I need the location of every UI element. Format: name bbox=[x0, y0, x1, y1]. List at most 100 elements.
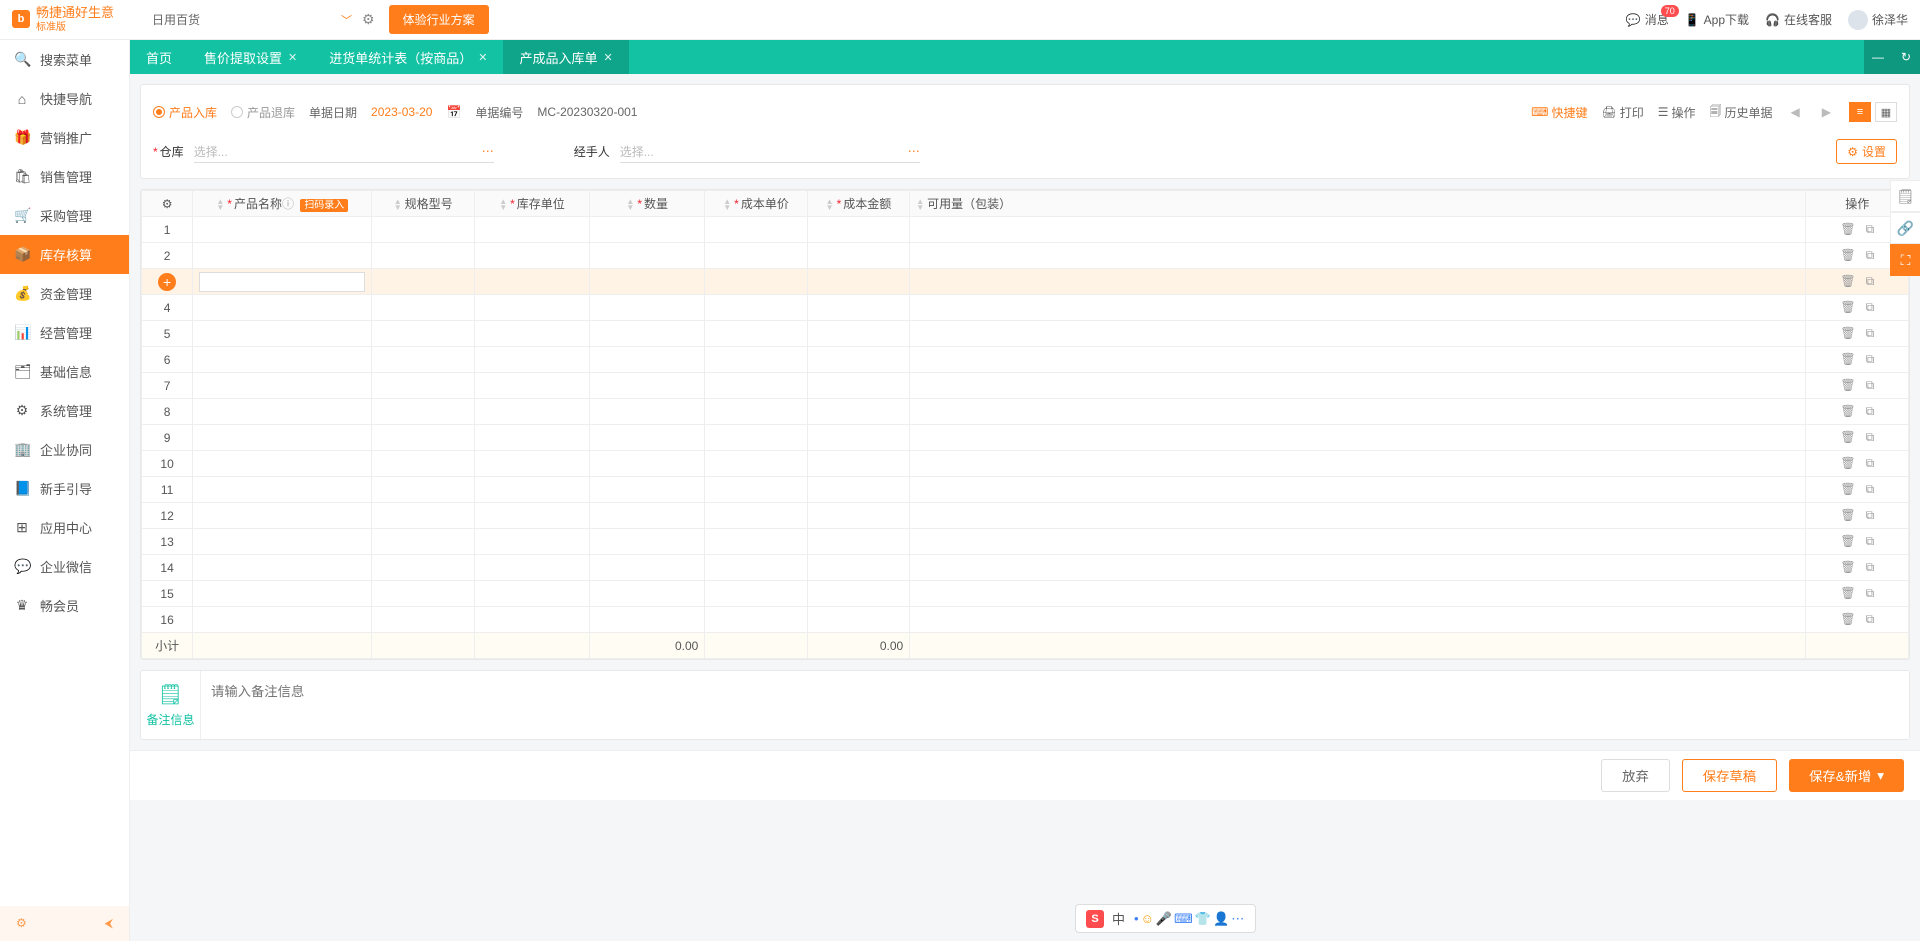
sidebar-item-5[interactable]: 📦库存核算 bbox=[0, 235, 129, 274]
delete-row-icon[interactable]: 🗑 bbox=[1840, 534, 1855, 549]
col-amount[interactable]: ▲▼*成本金额 bbox=[807, 191, 909, 217]
next-doc-icon[interactable]: ▶ bbox=[1818, 105, 1835, 119]
delete-row-icon[interactable]: 🗑 bbox=[1840, 456, 1855, 471]
sidebar-item-13[interactable]: 💬企业微信 bbox=[0, 547, 129, 586]
copy-row-icon[interactable]: ⧉ bbox=[1866, 560, 1875, 575]
copy-row-icon[interactable]: ⧉ bbox=[1866, 456, 1875, 471]
delete-row-icon[interactable]: 🗑 bbox=[1840, 560, 1855, 575]
copy-row-icon[interactable]: ⧉ bbox=[1866, 352, 1875, 367]
category-settings-icon[interactable]: ⚙ bbox=[362, 11, 375, 28]
table-row[interactable]: 8🗑⧉ bbox=[142, 399, 1909, 425]
save-draft-button[interactable]: 保存草稿 bbox=[1682, 759, 1777, 792]
copy-row-icon[interactable]: ⧉ bbox=[1866, 430, 1875, 445]
scan-tag[interactable]: 扫码录入 bbox=[300, 199, 348, 212]
delete-row-icon[interactable]: 🗑 bbox=[1840, 274, 1855, 289]
save-and-new-button[interactable]: 保存&新增 ▾ bbox=[1789, 759, 1904, 792]
col-avail[interactable]: ▲▼可用量（包装） bbox=[910, 191, 1806, 217]
sidebar-item-0[interactable]: 🔍搜索菜单 bbox=[0, 40, 129, 79]
warehouse-select[interactable]: 选择... ⋯ bbox=[194, 141, 494, 163]
delete-row-icon[interactable]: 🗑 bbox=[1840, 352, 1855, 367]
copy-row-icon[interactable]: ⧉ bbox=[1866, 326, 1875, 341]
view-card-button[interactable]: ▦ bbox=[1875, 102, 1897, 122]
calendar-icon[interactable]: 📅 bbox=[446, 105, 461, 119]
delete-row-icon[interactable]: 🗑 bbox=[1840, 248, 1855, 263]
category-dropdown[interactable]: 日用百货 ﹀ bbox=[152, 7, 352, 33]
col-unit[interactable]: ▲▼*库存单位 bbox=[474, 191, 589, 217]
table-row[interactable]: 11🗑⧉ bbox=[142, 477, 1909, 503]
delete-row-icon[interactable]: 🗑 bbox=[1840, 586, 1855, 601]
view-list-button[interactable]: ≡ bbox=[1849, 102, 1871, 122]
copy-row-icon[interactable]: ⧉ bbox=[1866, 274, 1875, 289]
online-service-button[interactable]: 🎧 在线客服 bbox=[1765, 11, 1832, 28]
operate-button[interactable]: ☰ 操作 bbox=[1658, 104, 1696, 121]
copy-row-icon[interactable]: ⧉ bbox=[1866, 404, 1875, 419]
table-row[interactable]: 4🗑⧉ bbox=[142, 295, 1909, 321]
app-download-button[interactable]: 📱 App下载 bbox=[1685, 11, 1749, 28]
close-icon[interactable]: ✕ bbox=[478, 51, 487, 64]
ime-tools[interactable]: •☺🎤⌨👕👤⋯ bbox=[1133, 911, 1245, 927]
sidebar-item-6[interactable]: 💰资金管理 bbox=[0, 274, 129, 313]
copy-row-icon[interactable]: ⧉ bbox=[1866, 508, 1875, 523]
user-menu[interactable]: 徐泽华 bbox=[1848, 10, 1908, 30]
table-row[interactable]: 15🗑⧉ bbox=[142, 581, 1909, 607]
history-button[interactable]: 🗐 历史单据 bbox=[1710, 102, 1773, 123]
delete-row-icon[interactable]: 🗑 bbox=[1840, 612, 1855, 627]
remark-input[interactable] bbox=[201, 671, 1909, 739]
tab-3[interactable]: 产成品入库单✕ bbox=[503, 40, 628, 74]
sidebar-item-2[interactable]: 🎁营销推广 bbox=[0, 118, 129, 157]
ellipsis-icon[interactable]: ⋯ bbox=[482, 144, 494, 158]
tab-0[interactable]: 首页 bbox=[130, 40, 188, 74]
radio-product-out[interactable]: 产品退库 bbox=[231, 104, 295, 121]
table-row[interactable]: + 🗑 ⧉ bbox=[142, 269, 1909, 295]
copy-row-icon[interactable]: ⧉ bbox=[1866, 586, 1875, 601]
col-gear[interactable]: ⚙ bbox=[142, 191, 193, 217]
table-row[interactable]: 1🗑⧉ bbox=[142, 217, 1909, 243]
copy-row-icon[interactable]: ⧉ bbox=[1866, 482, 1875, 497]
sidebar-item-9[interactable]: ⚙系统管理 bbox=[0, 391, 129, 430]
sidebar-item-3[interactable]: 🛍销售管理 bbox=[0, 157, 129, 196]
product-name-input[interactable] bbox=[199, 272, 365, 292]
discard-button[interactable]: 放弃 bbox=[1601, 759, 1670, 792]
copy-row-icon[interactable]: ⧉ bbox=[1866, 378, 1875, 393]
handler-select[interactable]: 选择... ⋯ bbox=[620, 141, 920, 163]
sidebar-item-8[interactable]: 🗂基础信息 bbox=[0, 352, 129, 391]
sidebar-item-10[interactable]: 🏢企业协同 bbox=[0, 430, 129, 469]
tab-minimize-button[interactable]: — bbox=[1864, 40, 1892, 74]
float-expand-icon[interactable]: ⛶ bbox=[1890, 244, 1920, 276]
delete-row-icon[interactable]: 🗑 bbox=[1840, 404, 1855, 419]
print-button[interactable]: 🖨 打印 bbox=[1601, 104, 1643, 121]
tab-2[interactable]: 进货单统计表（按商品）✕ bbox=[313, 40, 503, 74]
table-row[interactable]: 9🗑⧉ bbox=[142, 425, 1909, 451]
shortcut-button[interactable]: ⌨ 快捷键 bbox=[1531, 104, 1587, 121]
ellipsis-icon[interactable]: ⋯ bbox=[908, 144, 920, 158]
sidebar-item-7[interactable]: 📊经营管理 bbox=[0, 313, 129, 352]
delete-row-icon[interactable]: 🗑 bbox=[1840, 222, 1855, 237]
add-row-button[interactable]: + bbox=[158, 273, 176, 291]
float-link-icon[interactable]: 🔗 bbox=[1890, 212, 1920, 244]
sidebar-item-12[interactable]: ⊞应用中心 bbox=[0, 508, 129, 547]
delete-row-icon[interactable]: 🗑 bbox=[1840, 482, 1855, 497]
table-row[interactable]: 5🗑⧉ bbox=[142, 321, 1909, 347]
sidebar-item-1[interactable]: ⌂快捷导航 bbox=[0, 79, 129, 118]
close-icon[interactable]: ✕ bbox=[604, 51, 613, 64]
date-value[interactable]: 2023-03-20 bbox=[371, 105, 432, 119]
close-icon[interactable]: ✕ bbox=[288, 51, 297, 64]
col-qty[interactable]: ▲▼*数量 bbox=[590, 191, 705, 217]
copy-row-icon[interactable]: ⧉ bbox=[1866, 612, 1875, 627]
delete-row-icon[interactable]: 🗑 bbox=[1840, 378, 1855, 393]
cta-button[interactable]: 体验行业方案 bbox=[389, 5, 489, 34]
tab-refresh-button[interactable]: ↻ bbox=[1892, 40, 1920, 74]
delete-row-icon[interactable]: 🗑 bbox=[1840, 508, 1855, 523]
collapse-sidebar-icon[interactable]: ⮜ bbox=[104, 916, 113, 931]
table-row[interactable]: 14🗑⧉ bbox=[142, 555, 1909, 581]
table-row[interactable]: 12🗑⧉ bbox=[142, 503, 1909, 529]
ime-s-icon[interactable]: S bbox=[1086, 910, 1104, 928]
sidebar-item-11[interactable]: 📘新手引导 bbox=[0, 469, 129, 508]
prev-doc-icon[interactable]: ◀ bbox=[1787, 105, 1804, 119]
table-row[interactable]: 2🗑⧉ bbox=[142, 243, 1909, 269]
tab-1[interactable]: 售价提取设置✕ bbox=[188, 40, 313, 74]
copy-row-icon[interactable]: ⧉ bbox=[1866, 534, 1875, 549]
col-product-name[interactable]: ▲▼*产品名称ⓘ 扫码录入 bbox=[193, 191, 372, 217]
radio-product-in[interactable]: 产品入库 bbox=[153, 104, 217, 121]
sidebar-item-4[interactable]: 🛒采购管理 bbox=[0, 196, 129, 235]
